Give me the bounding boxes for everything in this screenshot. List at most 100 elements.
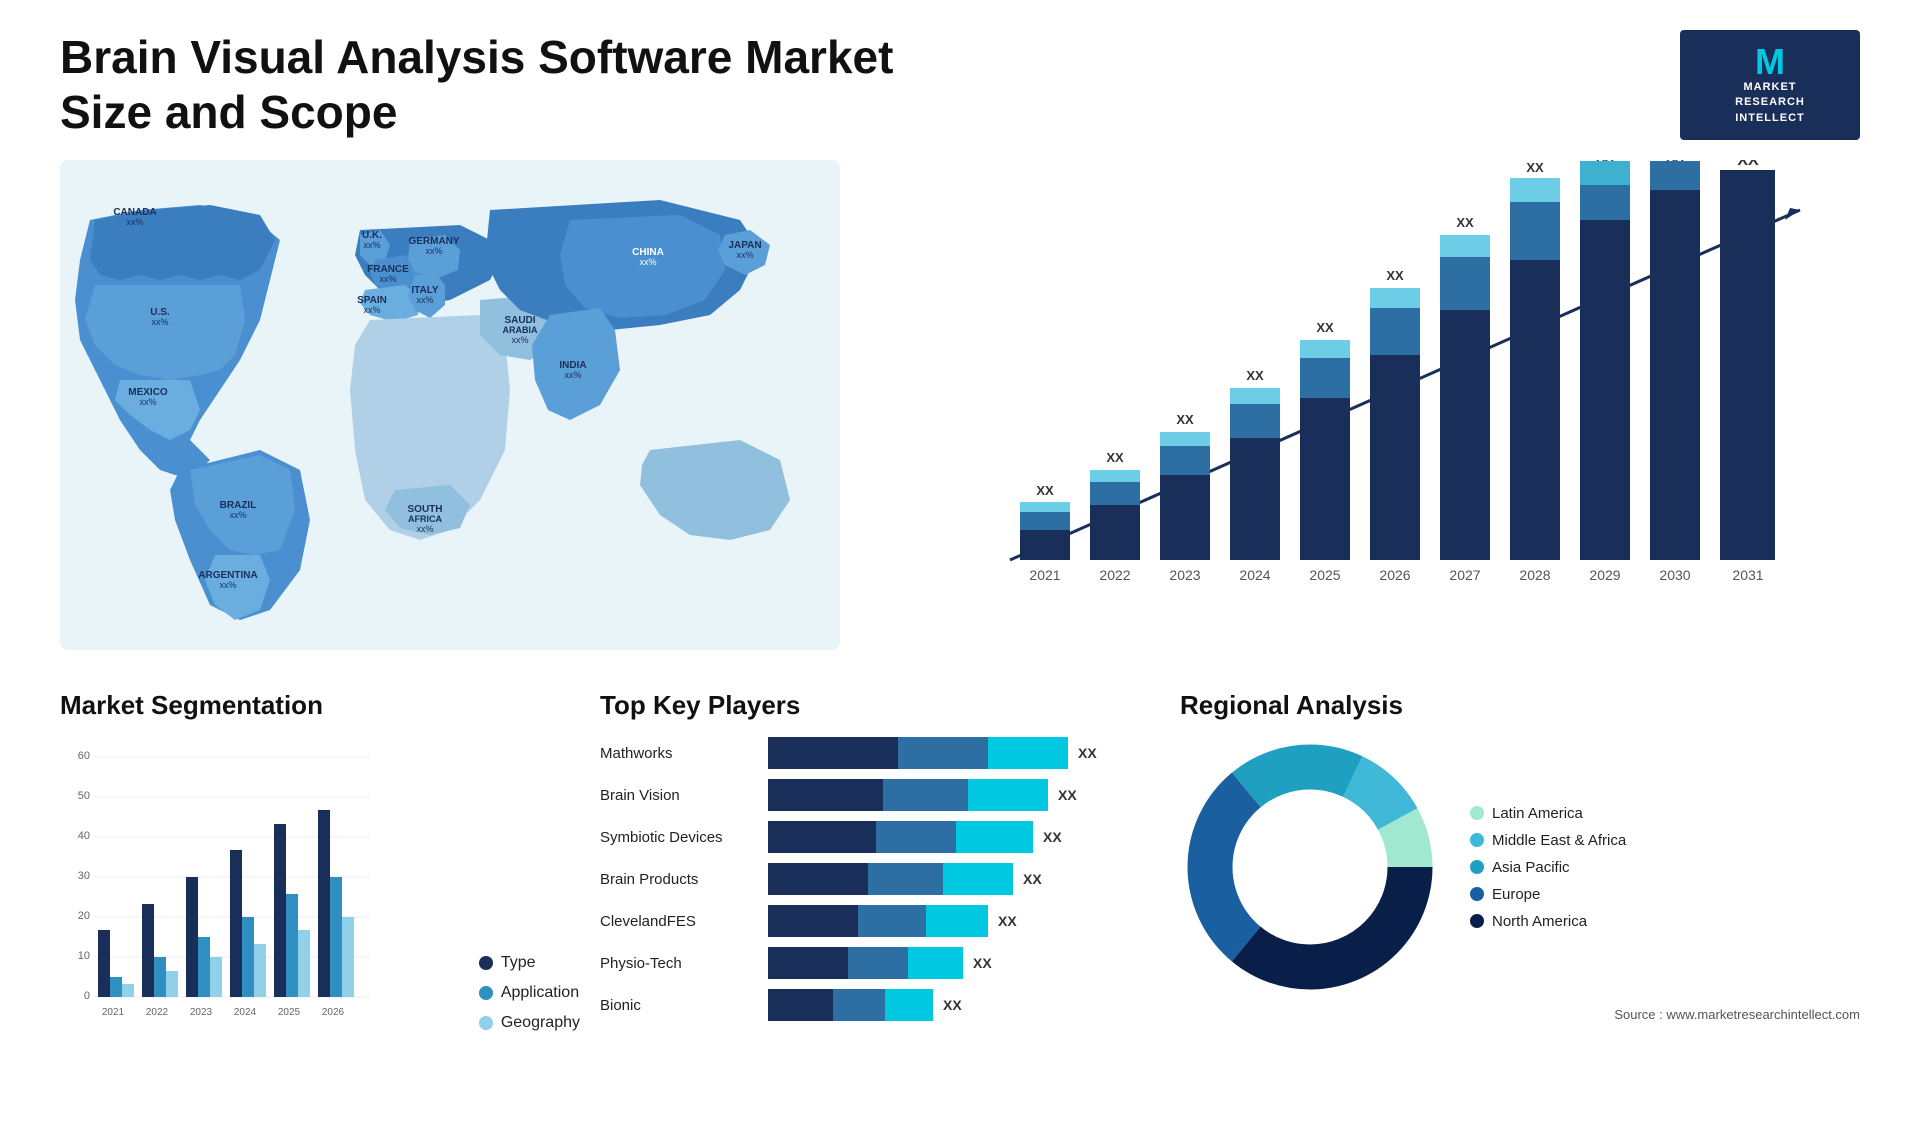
map-section: CANADA xx% U.S. xx% MEXICO xx% BRAZIL xx… (60, 160, 840, 660)
logo-text: MARKETRESEARCHINTELLECT (1698, 80, 1842, 126)
svg-text:2030: 2030 (1659, 567, 1690, 583)
svg-text:xx%: xx% (363, 305, 380, 315)
header: Brain Visual Analysis Software Market Si… (60, 30, 1860, 140)
legend-dot-asia-pacific (1470, 860, 1484, 874)
svg-text:0: 0 (84, 990, 90, 1002)
legend-asia-pacific: Asia Pacific (1470, 859, 1626, 876)
player-name-bionic: Bionic (600, 997, 760, 1014)
svg-text:2024: 2024 (1239, 567, 1270, 583)
svg-text:xx%: xx% (416, 295, 433, 305)
legend-north-america: North America (1470, 913, 1626, 930)
legend-geography: Geography (479, 1014, 580, 1032)
svg-text:ARABIA: ARABIA (503, 325, 538, 335)
player-xx-clevelandfes: XX (998, 913, 1017, 929)
svg-text:40: 40 (78, 830, 90, 842)
world-map-container: CANADA xx% U.S. xx% MEXICO xx% BRAZIL xx… (60, 160, 840, 650)
legend-dot-geography (479, 1016, 493, 1030)
seg-legend: Type Application Geography (479, 954, 580, 1062)
legend-north-america-label: North America (1492, 913, 1587, 930)
page-title: Brain Visual Analysis Software Market Si… (60, 30, 960, 140)
svg-text:xx%: xx% (639, 257, 656, 267)
page-container: Brain Visual Analysis Software Market Si… (0, 0, 1920, 1146)
donut-svg (1180, 737, 1440, 997)
svg-text:2027: 2027 (1449, 567, 1480, 583)
top-section: CANADA xx% U.S. xx% MEXICO xx% BRAZIL xx… (60, 160, 1860, 660)
player-xx-brainvision: XX (1058, 787, 1077, 803)
legend-dot-latin-america (1470, 806, 1484, 820)
svg-text:60: 60 (78, 750, 90, 762)
world-map-svg: CANADA xx% U.S. xx% MEXICO xx% BRAZIL xx… (60, 160, 840, 650)
legend-latin-america-label: Latin America (1492, 805, 1583, 822)
svg-text:2023: 2023 (190, 1007, 213, 1018)
svg-text:xx%: xx% (736, 250, 753, 260)
regional-section: Regional Analysis (1180, 690, 1860, 1110)
svg-text:xx%: xx% (126, 217, 143, 227)
svg-text:xx%: xx% (425, 246, 442, 256)
logo-box: M MARKETRESEARCHINTELLECT (1680, 30, 1860, 140)
segmentation-title: Market Segmentation (60, 690, 580, 721)
svg-text:2026: 2026 (1379, 567, 1410, 583)
player-bar-brainvision: XX (768, 779, 1160, 811)
bar-chart-section: XX 2021 XX 2022 XX 2023 (880, 160, 1860, 660)
source-text: Source : www.marketresearchintellect.com (1180, 1007, 1860, 1022)
key-players-title: Top Key Players (600, 690, 1160, 721)
player-xx-symbiotic: XX (1043, 829, 1062, 845)
player-xx-bionic: XX (943, 997, 962, 1013)
player-xx-physiotech: XX (973, 955, 992, 971)
donut-chart (1180, 737, 1440, 997)
logo-area: M MARKETRESEARCHINTELLECT (1680, 30, 1860, 140)
svg-text:XX: XX (1036, 483, 1054, 498)
legend-middle-east-africa: Middle East & Africa (1470, 832, 1626, 849)
regional-inner: Latin America Middle East & Africa Asia … (1180, 737, 1860, 997)
legend-type: Type (479, 954, 580, 972)
legend-application-label: Application (501, 984, 579, 1002)
svg-text:2023: 2023 (1169, 567, 1200, 583)
legend-type-label: Type (501, 954, 536, 972)
segmentation-section: Market Segmentation 60 50 40 30 20 10 0 (60, 690, 580, 1110)
player-bar-mathworks: XX (768, 737, 1160, 769)
svg-text:XX: XX (1386, 268, 1404, 283)
svg-text:xx%: xx% (416, 524, 433, 534)
regional-title: Regional Analysis (1180, 690, 1860, 721)
legend-europe: Europe (1470, 886, 1626, 903)
player-name-clevelandfes: ClevelandFES (600, 913, 760, 930)
svg-text:30: 30 (78, 870, 90, 882)
seg-chart: 60 50 40 30 20 10 0 (60, 737, 459, 1062)
svg-text:xx%: xx% (151, 317, 168, 327)
player-name-brainvision: Brain Vision (600, 787, 760, 804)
player-name-mathworks: Mathworks (600, 745, 760, 762)
bar-chart-svg: XX 2021 XX 2022 XX 2023 (900, 160, 1860, 620)
svg-text:XX: XX (1526, 160, 1544, 175)
player-bar-bionic: XX (768, 989, 1160, 1021)
player-row-symbiotic: Symbiotic Devices XX (600, 821, 1160, 853)
svg-text:10: 10 (78, 950, 90, 962)
player-row-brainvision: Brain Vision XX (600, 779, 1160, 811)
legend-dot-europe (1470, 887, 1484, 901)
svg-text:xx%: xx% (511, 335, 528, 345)
svg-text:xx%: xx% (379, 274, 396, 284)
svg-text:xx%: xx% (564, 370, 581, 380)
player-bar-physiotech: XX (768, 947, 1160, 979)
player-bar-brainproducts: XX (768, 863, 1160, 895)
svg-text:xx%: xx% (363, 240, 380, 250)
svg-text:2021: 2021 (1029, 567, 1060, 583)
player-bar-symbiotic: XX (768, 821, 1160, 853)
seg-chart-svg: 60 50 40 30 20 10 0 (60, 737, 380, 1057)
legend-dot-application (479, 986, 493, 1000)
svg-text:XX: XX (1106, 450, 1124, 465)
player-row-mathworks: Mathworks XX (600, 737, 1160, 769)
svg-text:xx%: xx% (219, 580, 236, 590)
legend-dot-type (479, 956, 493, 970)
svg-text:2022: 2022 (146, 1007, 169, 1018)
player-row-brainproducts: Brain Products XX (600, 863, 1160, 895)
svg-text:XX: XX (1246, 368, 1264, 383)
legend-europe-label: Europe (1492, 886, 1540, 903)
svg-text:2031: 2031 (1732, 567, 1763, 583)
svg-text:XX: XX (1316, 320, 1334, 335)
player-row-physiotech: Physio-Tech XX (600, 947, 1160, 979)
player-bar-clevelandfes: XX (768, 905, 1160, 937)
player-row-clevelandfes: ClevelandFES XX (600, 905, 1160, 937)
legend-geography-label: Geography (501, 1014, 580, 1032)
legend-asia-pacific-label: Asia Pacific (1492, 859, 1570, 876)
svg-text:XX: XX (1456, 215, 1474, 230)
